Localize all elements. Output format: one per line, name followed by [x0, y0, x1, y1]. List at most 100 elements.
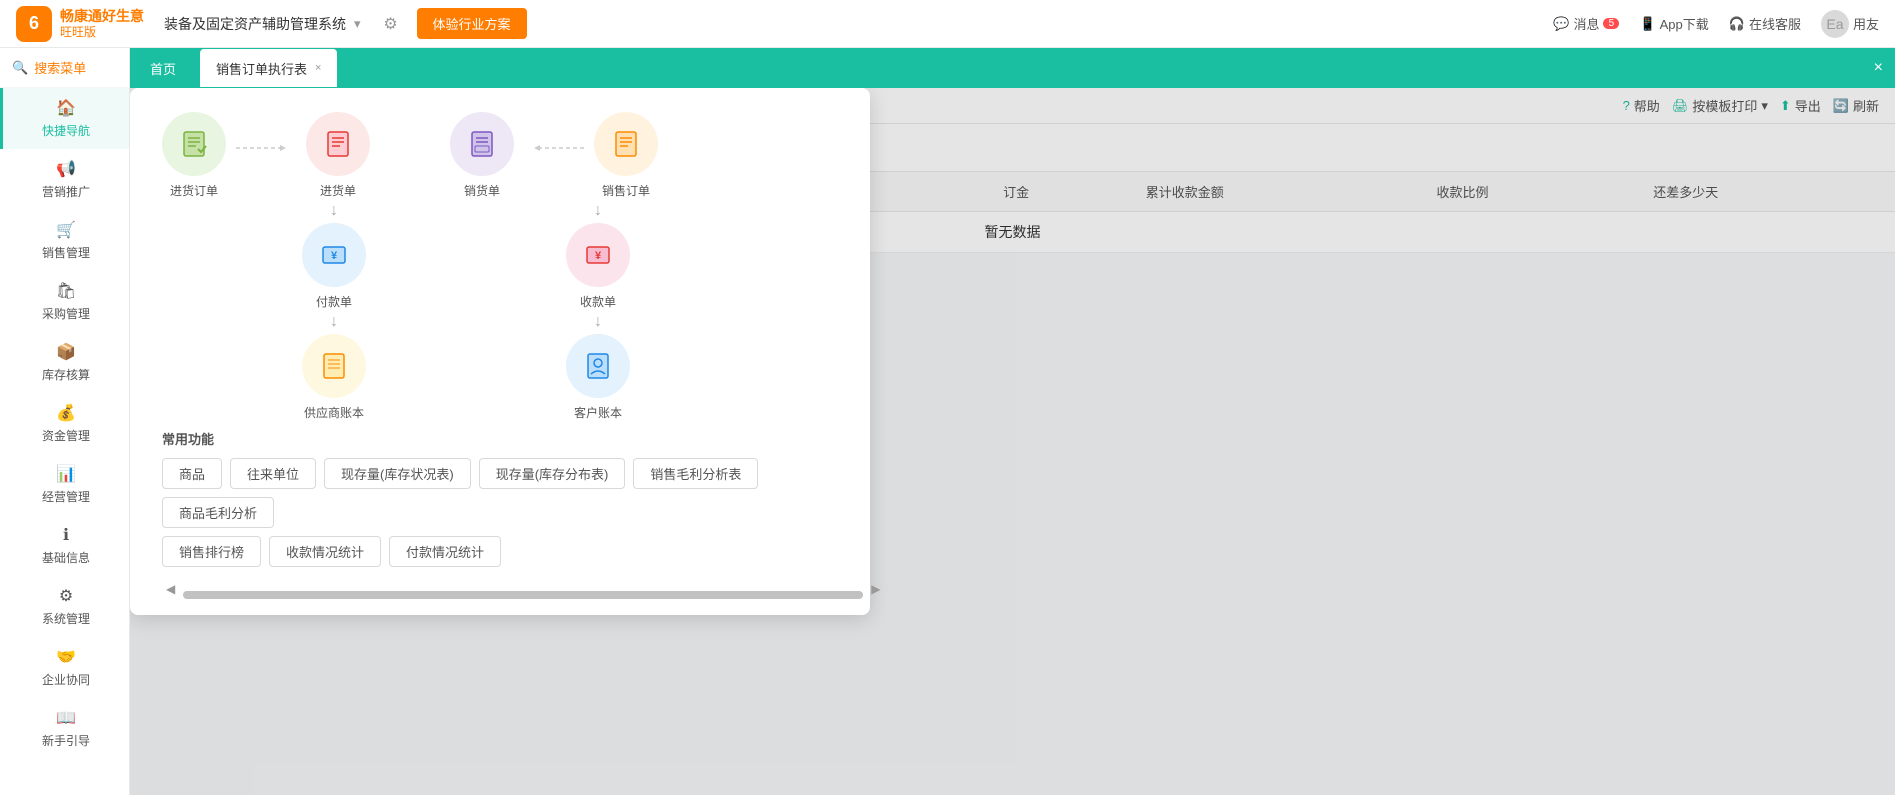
customer-ledger-label: 客户账本 [574, 404, 622, 421]
main-area: 🔍 搜索菜单 🏠 快捷导航 📢 营销推广 🛒 销售管理 🛍 采购管理 📦 [0, 48, 1895, 795]
receipt-bill-label: 收款单 [580, 293, 616, 310]
sales-icon: 🛒 [56, 220, 76, 240]
dropdown-arrow-icon[interactable]: ▾ [354, 16, 361, 32]
sale-bill-label: 销货单 [464, 182, 500, 199]
cf-btn-stock-dist[interactable]: 现存量(库存分布表) [479, 458, 626, 489]
purchase-bill-icon [306, 112, 370, 176]
system-name: 装备及固定资产辅助管理系统 [164, 14, 346, 34]
popup-overlay: 进货订单 [130, 88, 1895, 795]
top-bar: 6 畅康通好生意 旺旺版 装备及固定资产辅助管理系统 ▾ ⚙ 体验行业方案 💬 … [0, 0, 1895, 48]
cf-buttons-row2: 销售排行榜 收款情况统计 付款情况统计 [162, 536, 838, 567]
flow-sale-order[interactable]: 销售订单 [594, 112, 658, 199]
flow-purchase-bill[interactable]: 进货单 [306, 112, 370, 199]
cf-btn-partner[interactable]: 往来单位 [230, 458, 316, 489]
message-icon: 💬 [1553, 16, 1569, 32]
logo-text: 畅康通好生意 旺旺版 [60, 7, 144, 41]
svg-text:¥: ¥ [331, 250, 338, 262]
sidebar-item-system[interactable]: ⚙ 系统管理 [0, 576, 129, 637]
search-icon: 🔍 [12, 60, 28, 76]
popup-scrollbar-container: ◀ ▶ [162, 579, 838, 599]
supplier-ledger-label: 供应商账本 [304, 404, 364, 421]
service-icon: 🎧 [1729, 16, 1745, 32]
arrow-down-payment: ↓ [330, 203, 338, 219]
logo-area: 6 畅康通好生意 旺旺版 [16, 6, 144, 42]
content-area: 首页 销售订单执行表 × × ? 帮助 🖨 [130, 48, 1895, 795]
flow-supplier-ledger[interactable]: 供应商账本 [302, 334, 366, 421]
scroll-right-button[interactable]: ▶ [867, 582, 884, 596]
gear-button[interactable]: ⚙ [377, 10, 405, 38]
sidebar-item-inventory[interactable]: 📦 库存核算 [0, 332, 129, 393]
sidebar-item-basic[interactable]: ℹ 基础信息 [0, 515, 129, 576]
system-icon: ⚙ [59, 586, 73, 606]
message-badge: 5 [1603, 18, 1619, 29]
cf-btn-receipt-stats[interactable]: 收款情况统计 [269, 536, 381, 567]
supplier-ledger-icon [302, 334, 366, 398]
tab-sales-order[interactable]: 销售订单执行表 × [200, 49, 337, 87]
tab-bar-right: × [1874, 59, 1895, 77]
search-menu[interactable]: 🔍 搜索菜单 [0, 48, 129, 88]
user-menu[interactable]: Ea 用友 [1821, 10, 1879, 38]
logo-icon: 6 [16, 6, 52, 42]
basic-icon: ℹ [63, 525, 69, 545]
cf-btn-payment-stats[interactable]: 付款情况统计 [389, 536, 501, 567]
guide-icon: 📖 [56, 708, 76, 728]
online-service-button[interactable]: 🎧 在线客服 [1729, 14, 1801, 33]
marketing-icon: 📢 [56, 159, 76, 179]
app-download-button[interactable]: 📱 App下载 [1639, 14, 1708, 33]
app-container: 6 畅康通好生意 旺旺版 装备及固定资产辅助管理系统 ▾ ⚙ 体验行业方案 💬 … [0, 0, 1895, 795]
tab-bar: 首页 销售订单执行表 × × [130, 48, 1895, 88]
sidebar-item-collab[interactable]: 🤝 企业协同 [0, 637, 129, 698]
popup-scrollbar[interactable] [183, 591, 863, 599]
flow-customer-ledger[interactable]: 客户账本 [566, 334, 630, 421]
sidebar-item-marketing[interactable]: 📢 营销推广 [0, 149, 129, 210]
cf-btn-product[interactable]: 商品 [162, 458, 222, 489]
message-button[interactable]: 💬 消息 5 [1553, 14, 1619, 33]
sidebar-item-finance[interactable]: 💰 资金管理 [0, 393, 129, 454]
purchase-icon: 🛍 [56, 281, 76, 301]
purchase-order-icon [162, 112, 226, 176]
sidebar-item-sales[interactable]: 🛒 销售管理 [0, 210, 129, 271]
inventory-icon: 📦 [56, 342, 76, 362]
purchase-order-label: 进货订单 [170, 182, 218, 199]
scroll-left-button[interactable]: ◀ [162, 582, 179, 596]
flow-purchase-order[interactable]: 进货订单 [162, 112, 226, 199]
sidebar-item-purchase[interactable]: 🛍 采购管理 [0, 271, 129, 332]
arrow-purchase-order-to-bill [236, 142, 296, 154]
download-icon: 📱 [1639, 16, 1655, 32]
cf-btn-stock-status[interactable]: 现存量(库存状况表) [324, 458, 471, 489]
tab-home[interactable]: 首页 [130, 48, 196, 88]
flow-payment-bill[interactable]: ¥ 付款单 [302, 223, 366, 310]
payment-bill-label: 付款单 [316, 293, 352, 310]
purchase-bill-label: 进货单 [320, 182, 356, 199]
close-all-button[interactable]: × [1874, 59, 1883, 76]
quick-nav-icon: 🏠 [56, 98, 76, 118]
customer-ledger-icon [566, 334, 630, 398]
top-right: 💬 消息 5 📱 App下载 🎧 在线客服 Ea 用友 [1553, 10, 1879, 38]
cf-btn-sales-rank[interactable]: 销售排行榜 [162, 536, 261, 567]
flow-sale-bill[interactable]: 销货单 [450, 112, 514, 199]
tab-close-icon[interactable]: × [315, 62, 321, 74]
common-functions: 常用功能 商品 往来单位 现存量(库存状况表) 现存量(库存分布表) 销售毛利分… [162, 429, 838, 567]
sidebar-item-operation[interactable]: 📊 经营管理 [0, 454, 129, 515]
cf-btn-sales-profit[interactable]: 销售毛利分析表 [633, 458, 758, 489]
popup-box: 进货订单 [130, 88, 870, 615]
cf-buttons-row1: 商品 往来单位 现存量(库存状况表) 现存量(库存分布表) 销售毛利分析表 商品… [162, 458, 838, 528]
finance-icon: 💰 [56, 403, 76, 423]
arrow-down-customer: ↓ [594, 314, 602, 330]
main-content: ? 帮助 🖨 按模板打印 ▾ ⬆ 导出 🔄 刷新 [130, 88, 1895, 795]
arrow-down-receipt: ↓ [594, 203, 602, 219]
flow-receipt-bill[interactable]: ¥ 收款单 [566, 223, 630, 310]
sale-bill-icon [450, 112, 514, 176]
avatar: Ea [1821, 10, 1849, 38]
sidebar: 🔍 搜索菜单 🏠 快捷导航 📢 营销推广 🛒 销售管理 🛍 采购管理 📦 [0, 48, 130, 795]
arrow-down-supplier: ↓ [330, 314, 338, 330]
receipt-bill-icon: ¥ [566, 223, 630, 287]
sale-order-label: 销售订单 [602, 182, 650, 199]
payment-bill-icon: ¥ [302, 223, 366, 287]
sale-order-icon [594, 112, 658, 176]
sidebar-item-guide[interactable]: 📖 新手引导 [0, 698, 129, 759]
sidebar-item-quick-nav[interactable]: 🏠 快捷导航 [0, 88, 129, 149]
experience-button[interactable]: 体验行业方案 [417, 8, 527, 39]
cf-btn-product-profit[interactable]: 商品毛利分析 [162, 497, 274, 528]
svg-text:¥: ¥ [595, 250, 602, 262]
